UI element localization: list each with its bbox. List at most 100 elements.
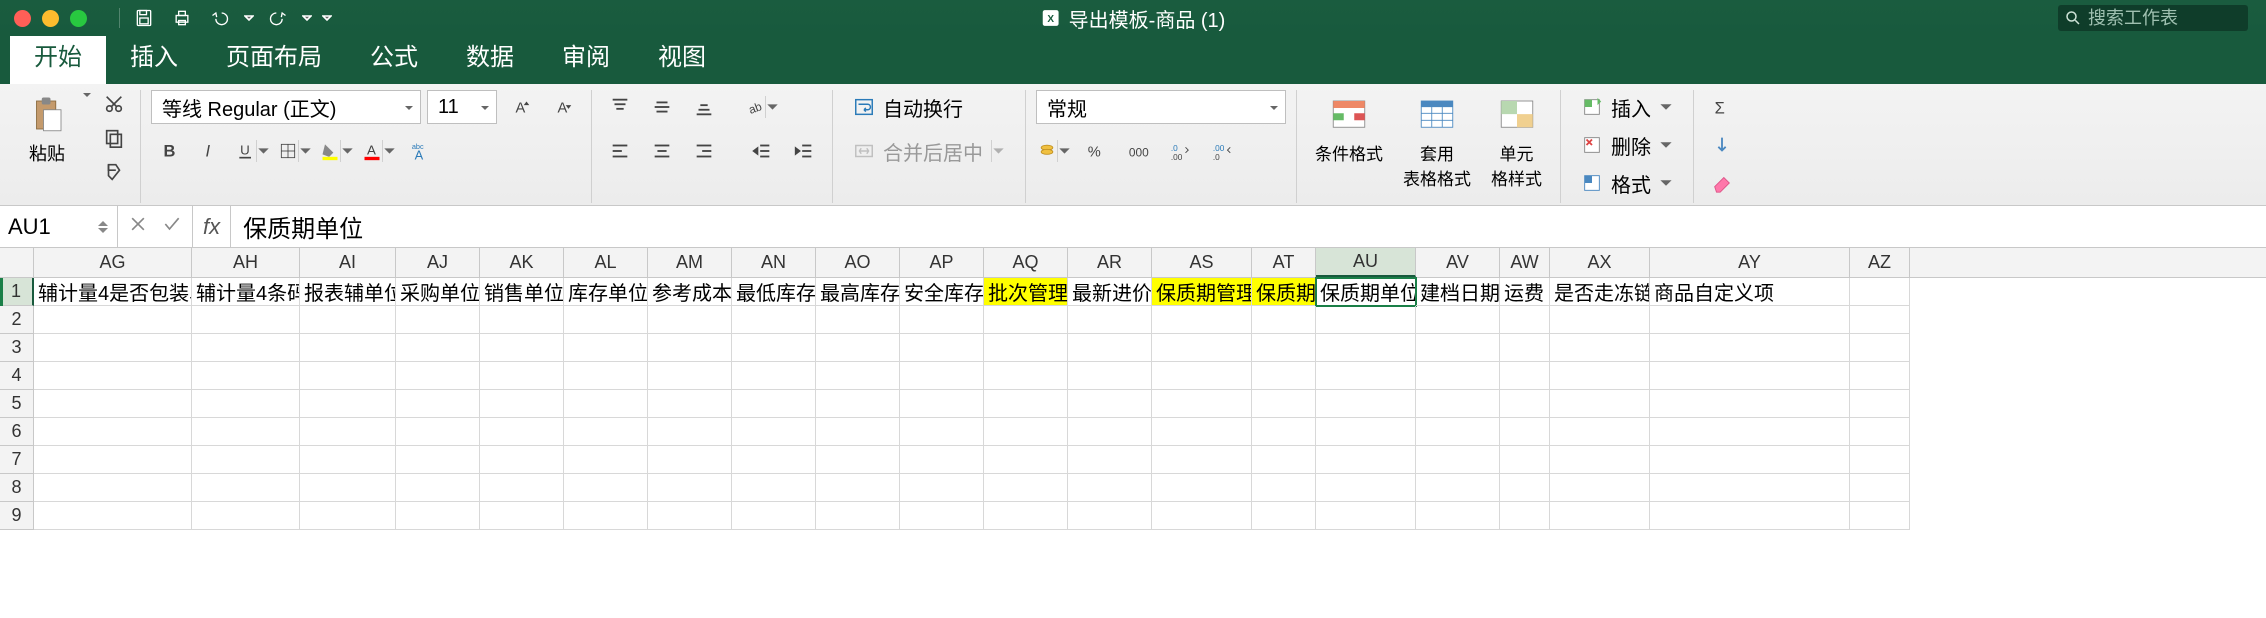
column-header-AK[interactable]: AK <box>480 248 564 277</box>
column-header-AN[interactable]: AN <box>732 248 816 277</box>
column-header-AW[interactable]: AW <box>1500 248 1550 277</box>
cell-AM9[interactable] <box>648 502 732 530</box>
format-cells-button[interactable]: 格式 <box>1571 166 1683 200</box>
cell-AP7[interactable] <box>900 446 984 474</box>
cell-AT9[interactable] <box>1252 502 1316 530</box>
cell-AI6[interactable] <box>300 418 396 446</box>
column-header-AQ[interactable]: AQ <box>984 248 1068 277</box>
save-button[interactable] <box>128 4 160 32</box>
cell-AP1[interactable]: 安全库存 <box>900 278 984 306</box>
cell-AY9[interactable] <box>1650 502 1850 530</box>
cell-AW7[interactable] <box>1500 446 1550 474</box>
row-header-9[interactable]: 9 <box>0 502 34 530</box>
cell-AG1[interactable]: 辅计量4是否包装单位 <box>34 278 192 306</box>
column-header-AG[interactable]: AG <box>34 248 192 277</box>
cell-AG4[interactable] <box>34 362 192 390</box>
cell-AO9[interactable] <box>816 502 900 530</box>
row-header-8[interactable]: 8 <box>0 474 34 502</box>
cell-AX5[interactable] <box>1550 390 1650 418</box>
cell-AP9[interactable] <box>900 502 984 530</box>
cell-AN9[interactable] <box>732 502 816 530</box>
cell-AW1[interactable]: 运费 <box>1500 278 1550 306</box>
cell-AP8[interactable] <box>900 474 984 502</box>
conditional-format-button[interactable]: 条件格式 <box>1307 90 1391 169</box>
cell-AJ1[interactable]: 采购单位 <box>396 278 480 306</box>
cell-AO5[interactable] <box>816 390 900 418</box>
cell-AU7[interactable] <box>1316 446 1416 474</box>
cell-AN6[interactable] <box>732 418 816 446</box>
cell-AW5[interactable] <box>1500 390 1550 418</box>
column-header-AJ[interactable]: AJ <box>396 248 480 277</box>
select-all-corner[interactable] <box>0 248 34 278</box>
cell-AL7[interactable] <box>564 446 648 474</box>
cell-AQ6[interactable] <box>984 418 1068 446</box>
cell-AI3[interactable] <box>300 334 396 362</box>
cell-AU9[interactable] <box>1316 502 1416 530</box>
column-header-AS[interactable]: AS <box>1152 248 1252 277</box>
undo-button[interactable] <box>204 4 236 32</box>
cell-AR1[interactable]: 最新进价 <box>1068 278 1152 306</box>
cell-AY2[interactable] <box>1650 306 1850 334</box>
cell-AT8[interactable] <box>1252 474 1316 502</box>
cell-AK9[interactable] <box>480 502 564 530</box>
cell-AV5[interactable] <box>1416 390 1500 418</box>
cell-AT3[interactable] <box>1252 334 1316 362</box>
cell-AT1[interactable]: 保质期 <box>1252 278 1316 306</box>
align-top-button[interactable] <box>602 90 638 124</box>
increase-indent-button[interactable] <box>786 134 822 168</box>
cell-AT2[interactable] <box>1252 306 1316 334</box>
cell-AO8[interactable] <box>816 474 900 502</box>
cell-AX6[interactable] <box>1550 418 1650 446</box>
cell-AT6[interactable] <box>1252 418 1316 446</box>
cell-AH3[interactable] <box>192 334 300 362</box>
cell-AW9[interactable] <box>1500 502 1550 530</box>
clear-button[interactable] <box>1704 166 1740 200</box>
align-right-button[interactable] <box>686 134 722 168</box>
font-name-combo[interactable]: 等线 Regular (正文) <box>151 90 421 124</box>
cell-AQ5[interactable] <box>984 390 1068 418</box>
align-middle-button[interactable] <box>644 90 680 124</box>
search-input[interactable] <box>2058 5 2248 31</box>
cell-AQ1[interactable]: 批次管理 <box>984 278 1068 306</box>
cell-AS8[interactable] <box>1152 474 1252 502</box>
name-box-input[interactable] <box>8 214 78 240</box>
confirm-formula-button[interactable] <box>162 214 182 239</box>
cell-AI7[interactable] <box>300 446 396 474</box>
cell-AL3[interactable] <box>564 334 648 362</box>
cell-AU5[interactable] <box>1316 390 1416 418</box>
number-format-combo[interactable]: 常规 <box>1036 90 1286 124</box>
cell-AM2[interactable] <box>648 306 732 334</box>
cell-AV1[interactable]: 建档日期 <box>1416 278 1500 306</box>
row-header-1[interactable]: 1 <box>0 278 34 306</box>
cell-AX2[interactable] <box>1550 306 1650 334</box>
cell-AZ9[interactable] <box>1850 502 1910 530</box>
cell-AI4[interactable] <box>300 362 396 390</box>
row-header-4[interactable]: 4 <box>0 362 34 390</box>
row-header-2[interactable]: 2 <box>0 306 34 334</box>
qat-customize-dropdown[interactable] <box>320 4 334 32</box>
cell-AR8[interactable] <box>1068 474 1152 502</box>
cell-AH9[interactable] <box>192 502 300 530</box>
cell-AG6[interactable] <box>34 418 192 446</box>
cell-AX4[interactable] <box>1550 362 1650 390</box>
cell-AN2[interactable] <box>732 306 816 334</box>
column-header-AY[interactable]: AY <box>1650 248 1850 277</box>
cell-AY6[interactable] <box>1650 418 1850 446</box>
increase-font-button[interactable]: A <box>503 90 539 124</box>
insert-cells-button[interactable]: 插入 <box>1571 90 1683 124</box>
cell-AS3[interactable] <box>1152 334 1252 362</box>
bold-button[interactable]: B <box>151 134 187 168</box>
cell-AR4[interactable] <box>1068 362 1152 390</box>
cell-AW3[interactable] <box>1500 334 1550 362</box>
cell-AS4[interactable] <box>1152 362 1252 390</box>
cell-AO1[interactable]: 最高库存 <box>816 278 900 306</box>
cell-AS7[interactable] <box>1152 446 1252 474</box>
column-header-AT[interactable]: AT <box>1252 248 1316 277</box>
cell-AZ5[interactable] <box>1850 390 1910 418</box>
cell-AU8[interactable] <box>1316 474 1416 502</box>
cell-AL2[interactable] <box>564 306 648 334</box>
cell-AH4[interactable] <box>192 362 300 390</box>
increase-decimal-button[interactable]: .0.00 <box>1162 134 1198 168</box>
cell-AH6[interactable] <box>192 418 300 446</box>
cell-AK4[interactable] <box>480 362 564 390</box>
